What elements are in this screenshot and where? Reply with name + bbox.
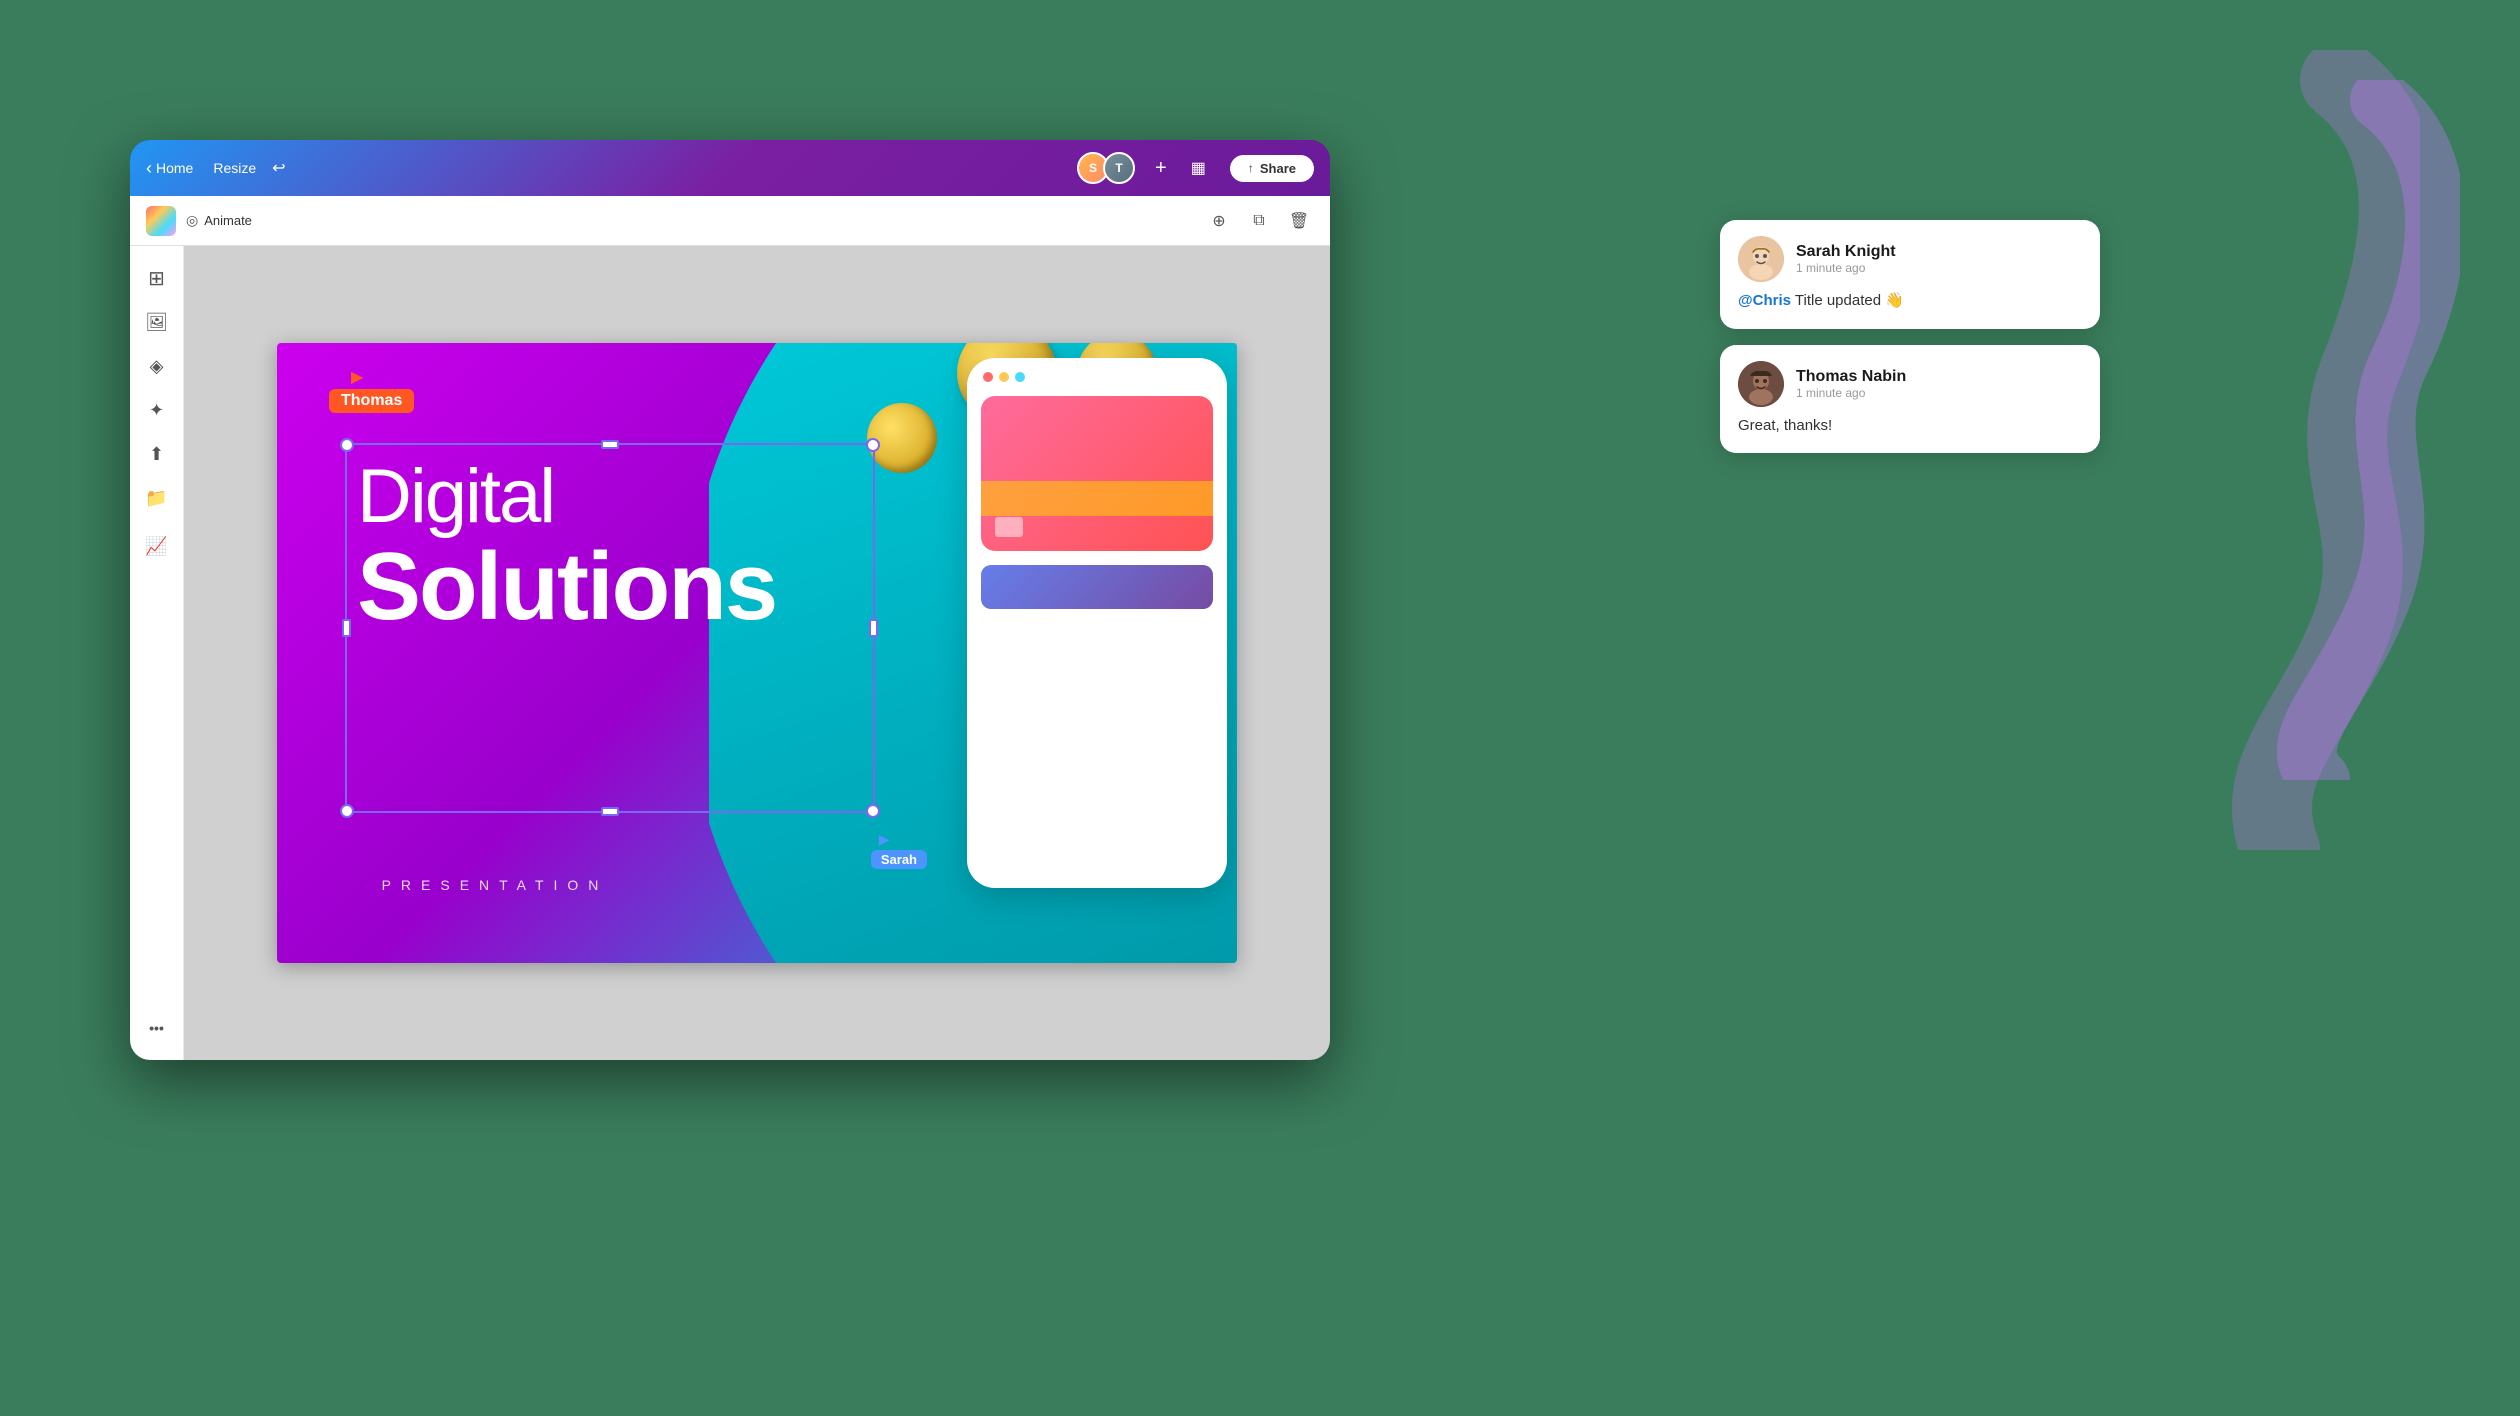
phone-credit-card xyxy=(981,396,1213,551)
comment-2-time: 1 minute ago xyxy=(1796,386,1906,400)
slide[interactable]: Digital Solutions PRESENTATION xyxy=(277,343,1237,963)
avatar-collaborator-2[interactable]: T xyxy=(1103,152,1135,184)
phone-dot-yellow xyxy=(999,372,1009,382)
phone-dots xyxy=(967,358,1227,396)
logo-button[interactable] xyxy=(146,206,176,236)
coin-3 xyxy=(867,403,937,473)
new-page-icon: ⊕ xyxy=(1212,211,1225,231)
collaborators-avatars: S T xyxy=(1077,152,1135,184)
nav-bar: ‹ Home Resize ↩ S T + xyxy=(130,140,1330,196)
slide-subtitle: PRESENTATION xyxy=(345,877,645,893)
undo-button[interactable]: ↩ xyxy=(272,158,285,178)
comment-1-meta: Sarah Knight 1 minute ago xyxy=(1796,243,1896,275)
phone-dot-blue xyxy=(1015,372,1025,382)
new-page-button[interactable]: ⊕ xyxy=(1204,206,1234,236)
comment-1-body: Title updated 👋 xyxy=(1795,292,1904,309)
handle-tr[interactable] xyxy=(866,438,880,452)
editor-main: ⊞ 🖼 ◈ ✦ ⬆ 📁 📈 xyxy=(130,246,1330,1060)
sidebar-item-more[interactable]: ••• xyxy=(137,1008,177,1048)
comment-1-time: 1 minute ago xyxy=(1796,261,1896,275)
handle-top-mid[interactable] xyxy=(601,440,619,449)
back-button[interactable]: ‹ Home xyxy=(146,158,193,179)
slide-title-solutions: Solutions xyxy=(357,539,873,635)
share-label: Share xyxy=(1260,161,1296,176)
selected-text-box[interactable]: Digital Solutions xyxy=(345,443,875,813)
card-chip xyxy=(995,517,1023,537)
comment-1-author: Sarah Knight xyxy=(1796,243,1896,261)
undo-icon: ↩ xyxy=(272,160,285,177)
sarah-cursor-label: Sarah xyxy=(871,850,927,869)
add-collaborator-button[interactable]: + xyxy=(1155,157,1167,180)
comment-1-header: Sarah Knight 1 minute ago xyxy=(1738,236,2082,282)
card-stripe xyxy=(981,481,1213,516)
comment-2-avatar xyxy=(1738,361,1784,407)
resize-button[interactable]: Resize xyxy=(213,160,256,176)
duplicate-button[interactable]: ⧉ xyxy=(1244,206,1274,236)
comment-1-mention[interactable]: @Chris xyxy=(1738,292,1791,309)
comment-card-1: Sarah Knight 1 minute ago @Chris Title u… xyxy=(1720,220,2100,329)
delete-icon: 🗑 xyxy=(1289,211,1309,231)
sidebar-item-upload[interactable]: ⬆ xyxy=(137,434,177,474)
stats-button[interactable]: ▦ xyxy=(1191,158,1206,178)
sidebar-item-templates[interactable]: ⊞ xyxy=(137,258,177,298)
cursor-thomas: ▶ Thomas xyxy=(329,367,414,413)
handle-left-mid[interactable] xyxy=(342,619,351,637)
comment-1-text: @Chris Title updated 👋 xyxy=(1738,290,2082,313)
handle-br[interactable] xyxy=(866,804,880,818)
share-icon: ↑ xyxy=(1248,161,1254,175)
chevron-left-icon: ‹ xyxy=(146,158,152,179)
thomas-cursor-arrow: ▶ xyxy=(351,367,363,387)
app-scene: ‹ Home Resize ↩ S T + xyxy=(0,0,2520,1416)
sidebar-item-elements[interactable]: ◈ xyxy=(137,346,177,386)
comment-2-meta: Thomas Nabin 1 minute ago xyxy=(1796,368,1906,400)
phone-button xyxy=(981,565,1213,609)
slide-text-content: Digital Solutions xyxy=(347,445,873,635)
thomas-cursor-label: Thomas xyxy=(329,389,414,413)
canvas-area: Digital Solutions PRESENTATION xyxy=(184,246,1330,1060)
comment-1-avatar xyxy=(1738,236,1784,282)
sarah-cursor-arrow: ▶ xyxy=(879,831,890,848)
bars-chart-icon: ▦ xyxy=(1191,160,1206,177)
left-sidebar: ⊞ 🖼 ◈ ✦ ⬆ 📁 📈 xyxy=(130,246,184,1060)
handle-bl[interactable] xyxy=(340,804,354,818)
share-button[interactable]: ↑ Share xyxy=(1230,155,1314,182)
phone-mockup xyxy=(967,358,1227,888)
delete-button[interactable]: 🗑 xyxy=(1284,206,1314,236)
toolbar: ◎ Animate ⊕ ⧉ 🗑 xyxy=(130,196,1330,246)
home-label: Home xyxy=(156,160,193,176)
device-frame: ‹ Home Resize ↩ S T + xyxy=(130,140,1330,1060)
sidebar-item-ai[interactable]: ✦ xyxy=(137,390,177,430)
animate-label: Animate xyxy=(204,213,252,228)
comment-cards-container: Sarah Knight 1 minute ago @Chris Title u… xyxy=(1720,220,2100,453)
sidebar-item-projects[interactable]: 📁 xyxy=(137,478,177,518)
slide-title-digital: Digital xyxy=(357,455,873,539)
phone-dot-red xyxy=(983,372,993,382)
comment-2-author: Thomas Nabin xyxy=(1796,368,1906,386)
comment-2-text: Great, thanks! xyxy=(1738,415,2082,438)
cursor-sarah: ▶ Sarah xyxy=(871,831,927,869)
animate-spin-icon: ◎ xyxy=(186,212,198,229)
handle-bot-mid[interactable] xyxy=(601,807,619,816)
handle-tl[interactable] xyxy=(340,438,354,452)
sidebar-item-photos[interactable]: 🖼 xyxy=(137,302,177,342)
sidebar-item-stats[interactable]: 📈 xyxy=(137,526,177,566)
comment-card-2: Thomas Nabin 1 minute ago Great, thanks! xyxy=(1720,345,2100,454)
decoration-paint-stroke-2 xyxy=(2120,50,2420,850)
handle-right-mid[interactable] xyxy=(869,619,878,637)
animate-button[interactable]: ◎ Animate xyxy=(186,212,252,229)
duplicate-icon: ⧉ xyxy=(1253,212,1264,230)
comment-2-header: Thomas Nabin 1 minute ago xyxy=(1738,361,2082,407)
